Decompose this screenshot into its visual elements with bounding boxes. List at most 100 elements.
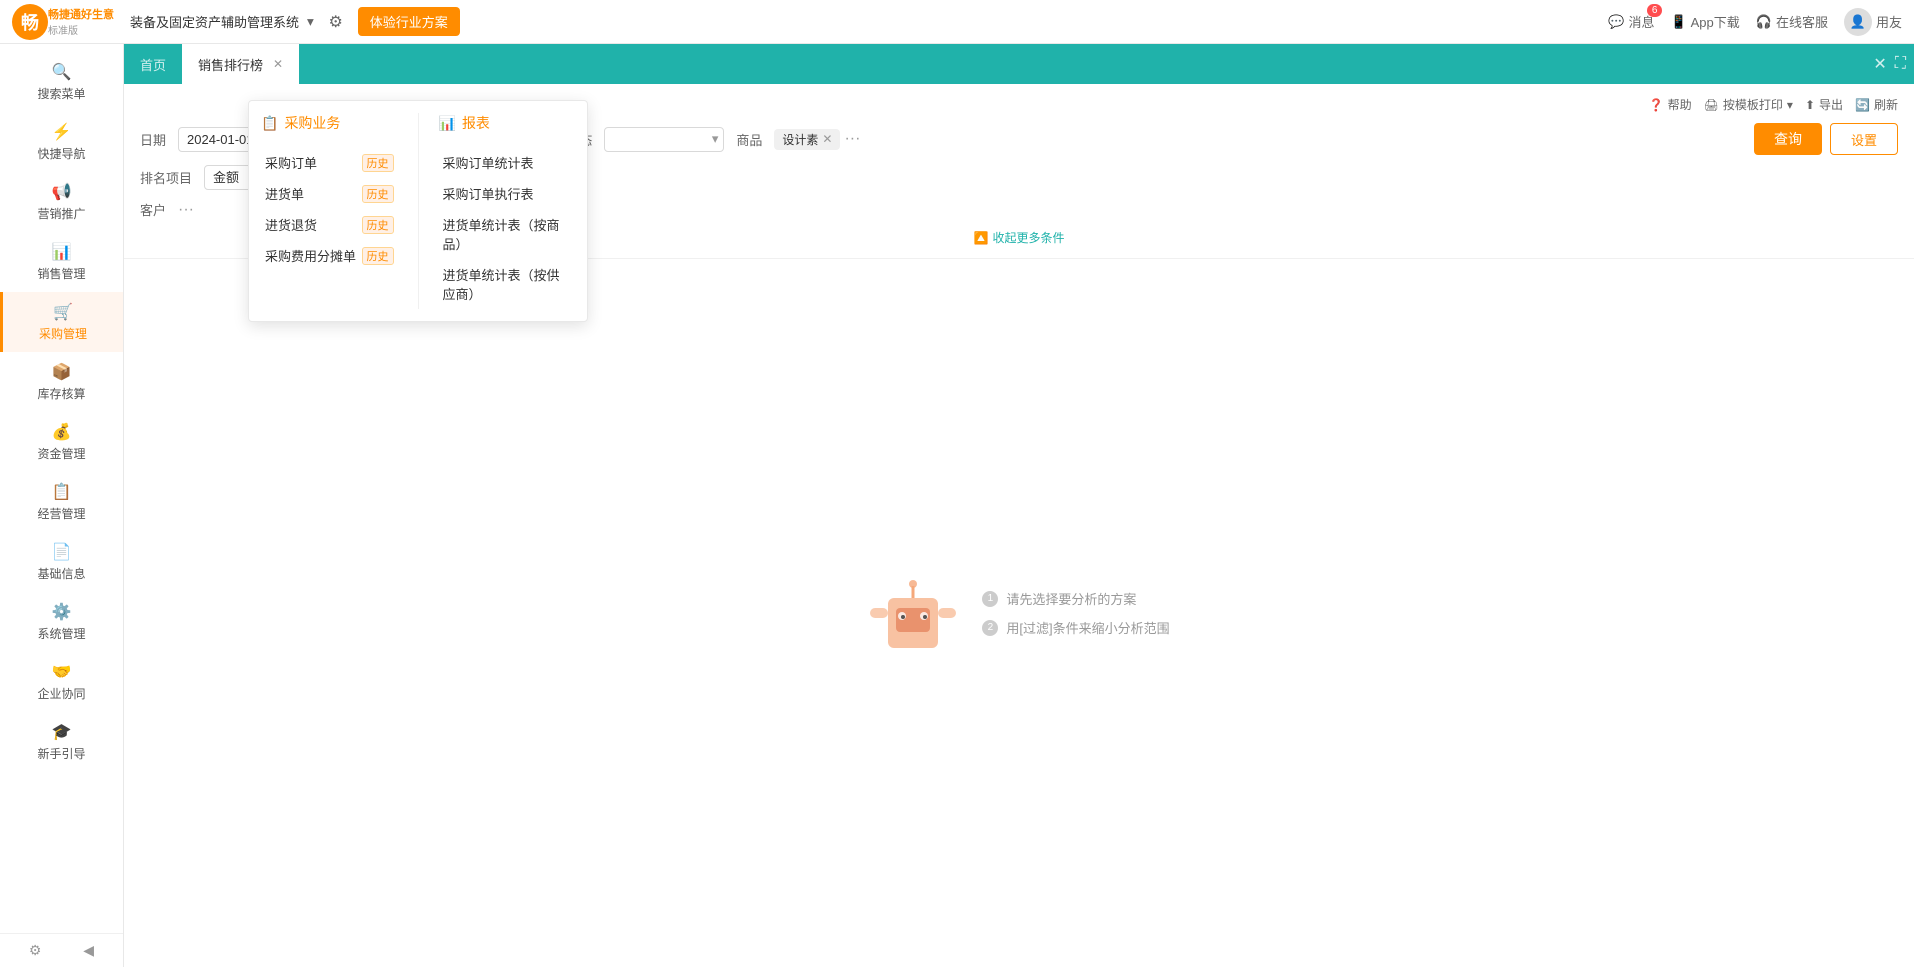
sidebar-item-search[interactable]: 🔍 搜索菜单 <box>0 52 123 112</box>
settings-action-button[interactable]: 设置 <box>1830 123 1898 155</box>
clipboard-icon: 📋 <box>52 482 72 502</box>
sidebar-item-purchase[interactable]: 🛒 采购管理 <box>0 292 123 352</box>
robot-svg <box>868 568 958 658</box>
sidebar-item-finance[interactable]: 💰 资金管理 <box>0 412 123 472</box>
goods-tag-close[interactable]: ✕ <box>822 132 832 146</box>
sidebar-item-marketing[interactable]: 📢 营销推广 <box>0 172 123 232</box>
handshake-icon: 🤝 <box>52 662 72 682</box>
history-tag-incoming: 历史 <box>362 185 394 203</box>
top-bar: 畅 畅捷通好生意 标准版 装备及固定资产辅助管理系统 ▾ ⚙ 体验行业方案 💬 … <box>0 0 1914 44</box>
step-1-num: 1 <box>982 591 998 607</box>
chart-icon: 📊 <box>52 242 72 262</box>
message-icon: 💬 <box>1608 14 1624 30</box>
history-tag-purchase-order: 历史 <box>362 154 394 172</box>
print-button[interactable]: 🖨 按模板打印 ▾ <box>1704 96 1793 113</box>
purchase-business-title: 📋 采购业务 <box>261 113 398 137</box>
action-buttons: 查询 设置 <box>1754 123 1898 155</box>
purchase-menu-panel: 📋 采购业务 采购订单 历史 进货单 历史 进货退货 历史 采购费用分摊单 <box>248 100 588 322</box>
menu-item-purchase-expense[interactable]: 采购费用分摊单 历史 <box>261 240 398 271</box>
sidebar-bottom: ⚙ ◀ <box>0 933 123 967</box>
menu-item-incoming-stat-supplier[interactable]: 进货单统计表（按供应商） <box>439 259 576 309</box>
menu-item-purchase-order-stat[interactable]: 采购订单统计表 <box>439 147 576 178</box>
empty-illustration <box>868 568 958 658</box>
date-filter-label: 日期 <box>140 130 166 149</box>
collapse-icon: 🔼 <box>974 231 989 245</box>
purchase-report-title: 📊 报表 <box>439 113 576 137</box>
main-content: 1 请先选择要分析的方案 2 用[过滤]条件来缩小分析范围 <box>124 259 1914 967</box>
system-title-dropdown[interactable]: ▾ <box>307 14 314 30</box>
tab-actions: ✕ ⛶ <box>1865 54 1914 74</box>
history-tag-purchase-expense: 历史 <box>362 247 394 265</box>
query-button[interactable]: 查询 <box>1754 123 1822 155</box>
voucher-status-select[interactable] <box>604 127 724 152</box>
goods-more-button[interactable]: ··· <box>844 130 860 148</box>
customer-filter-wrap: ··· <box>178 201 194 219</box>
menu-item-incoming-stat-goods[interactable]: 进货单统计表（按商品） <box>439 209 576 259</box>
print-dropdown-icon: ▾ <box>1787 98 1793 112</box>
empty-tips: 1 请先选择要分析的方案 2 用[过滤]条件来缩小分析范围 <box>982 589 1169 637</box>
report-icon: 📊 <box>439 115 456 132</box>
user-avatar: 👤 <box>1844 8 1872 36</box>
sidebar-collapse-button[interactable]: ◀ <box>83 942 94 959</box>
sidebar-menu: 🔍 搜索菜单 ⚡ 快捷导航 📢 营销推广 📊 销售管理 🛒 采购管理 <box>0 44 123 933</box>
sidebar-item-enterprise[interactable]: 🤝 企业协同 <box>0 652 123 712</box>
print-icon: 🖨 <box>1704 98 1719 112</box>
cart-icon: 🛒 <box>53 302 73 322</box>
sidebar-item-sales[interactable]: 📊 销售管理 <box>0 232 123 292</box>
headset-icon: 🎧 <box>1756 14 1772 30</box>
empty-tip-2: 2 用[过滤]条件来缩小分析范围 <box>982 618 1169 637</box>
sidebar-item-quick-nav[interactable]: ⚡ 快捷导航 <box>0 112 123 172</box>
menu-item-incoming[interactable]: 进货单 历史 <box>261 178 398 209</box>
phone-icon: 📱 <box>1670 14 1686 30</box>
help-icon: ❓ <box>1649 98 1664 112</box>
logo-icon: 畅 <box>12 4 48 40</box>
search-icon: 🔍 <box>52 62 72 82</box>
tab-maximize-button[interactable]: ⛶ <box>1895 55 1906 73</box>
voucher-status-select-wrap: ▾ <box>604 127 724 152</box>
ranking-label: 排名项目 <box>140 168 192 187</box>
help-button[interactable]: ❓ 帮助 <box>1649 96 1692 113</box>
sidebar-item-system[interactable]: ⚙️ 系统管理 <box>0 592 123 652</box>
export-button[interactable]: ⬆ 导出 <box>1805 96 1843 113</box>
tab-close-window-button[interactable]: ✕ <box>1873 54 1886 74</box>
message-badge: 6 <box>1647 4 1663 17</box>
empty-tip-1: 1 请先选择要分析的方案 <box>982 589 1169 608</box>
graduation-icon: 🎓 <box>52 722 72 742</box>
sidebar: 🔍 搜索菜单 ⚡ 快捷导航 📢 营销推广 📊 销售管理 🛒 采购管理 <box>0 44 124 967</box>
step-2-num: 2 <box>982 620 998 636</box>
money-icon: 💰 <box>52 422 72 442</box>
logo-area: 畅 畅捷通好生意 标准版 <box>12 4 114 40</box>
message-button[interactable]: 💬 消息 6 <box>1608 12 1654 31</box>
sidebar-item-newbie[interactable]: 🎓 新手引导 <box>0 712 123 772</box>
system-title: 装备及固定资产辅助管理系统 <box>130 12 299 31</box>
customer-label: 客户 <box>140 200 166 219</box>
industry-plan-button[interactable]: 体验行业方案 <box>358 7 460 36</box>
lightning-icon: ⚡ <box>52 122 72 142</box>
history-tag-return: 历史 <box>362 216 394 234</box>
export-icon: ⬆ <box>1805 98 1815 112</box>
purchase-report-section: 📊 报表 采购订单统计表 采购订单执行表 进货单统计表（按商品） 进货单统计表（… <box>439 113 576 309</box>
tab-home[interactable]: 首页 <box>124 44 182 84</box>
sidebar-item-inventory[interactable]: 📦 库存核算 <box>0 352 123 412</box>
sidebar-item-basic-info[interactable]: 📄 基础信息 <box>0 532 123 592</box>
goods-filter-label: 商品 <box>736 130 762 149</box>
sidebar-settings-button[interactable]: ⚙ <box>29 942 42 959</box>
refresh-button[interactable]: 🔄 刷新 <box>1855 96 1898 113</box>
menu-item-purchase-order[interactable]: 采购订单 历史 <box>261 147 398 178</box>
sidebar-item-operations[interactable]: 📋 经营管理 <box>0 472 123 532</box>
user-menu-button[interactable]: 👤 用友 <box>1844 8 1902 36</box>
system-settings-button[interactable]: ⚙ <box>322 8 350 36</box>
purchase-business-section: 📋 采购业务 采购订单 历史 进货单 历史 进货退货 历史 采购费用分摊单 <box>261 113 398 309</box>
purchase-business-icon: 📋 <box>261 115 278 132</box>
tab-sales-rank[interactable]: 销售排行榜 ✕ <box>182 44 299 84</box>
empty-state: 1 请先选择要分析的方案 2 用[过滤]条件来缩小分析范围 <box>868 568 1169 658</box>
tab-close-icon[interactable]: ✕ <box>273 57 283 71</box>
gear-icon: ⚙️ <box>52 602 72 622</box>
box-icon: 📦 <box>52 362 72 382</box>
collapse-conditions-button[interactable]: 🔼 收起更多条件 <box>974 229 1065 246</box>
app-download-button[interactable]: 📱 App下载 <box>1670 12 1739 31</box>
menu-item-purchase-order-exec[interactable]: 采购订单执行表 <box>439 178 576 209</box>
menu-item-return[interactable]: 进货退货 历史 <box>261 209 398 240</box>
online-service-button[interactable]: 🎧 在线客服 <box>1756 12 1828 31</box>
customer-more-button[interactable]: ··· <box>178 201 194 219</box>
